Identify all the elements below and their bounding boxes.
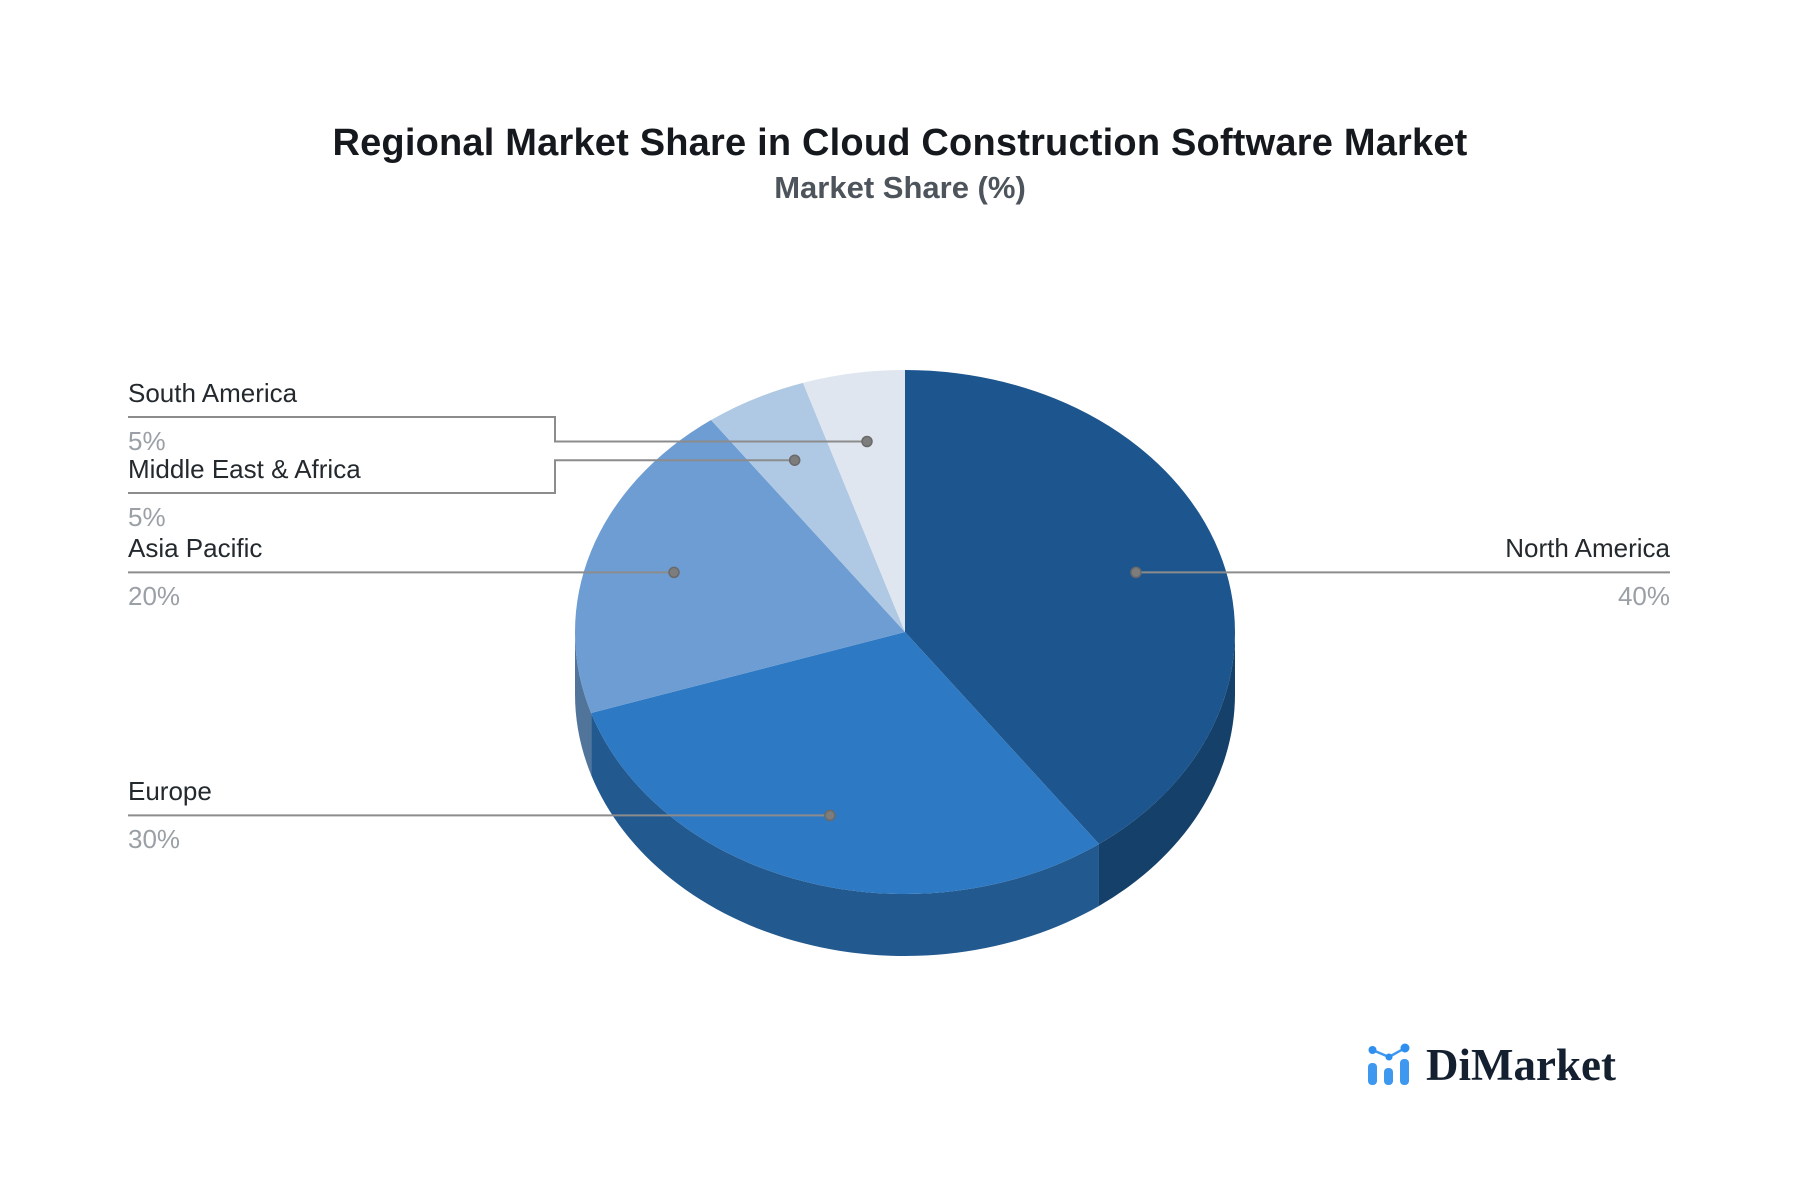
slice-label-north-america: North America — [1505, 533, 1670, 564]
slice-value-south-america: 5% — [128, 426, 166, 456]
brand-name: DiMarket — [1426, 1040, 1616, 1090]
leader-dot-middle-east-africa — [788, 454, 801, 466]
leader-dot-north-america — [1130, 566, 1142, 579]
slice-label-south-america: South America — [128, 378, 298, 408]
leader-dot-asia-pacific — [668, 566, 680, 579]
brand-logo: DiMarket — [1366, 1040, 1616, 1090]
slice-value-asia-pacific: 20% — [128, 581, 181, 612]
slice-label-middle-east-africa: Middle East & Africa — [128, 454, 361, 484]
slice-label-europe: Europe — [128, 776, 212, 807]
pie-chart — [128, 370, 1670, 956]
slice-label-asia-pacific: Asia Pacific — [128, 533, 263, 564]
leader-dot-south-america — [861, 435, 873, 448]
slice-value-middle-east-africa: 5% — [128, 502, 166, 532]
chart-canvas: Regional Market Share in Cloud Construct… — [0, 0, 1800, 1196]
slice-value-europe: 30% — [128, 824, 181, 855]
slice-value-north-america: 40% — [1617, 581, 1670, 612]
leader-dot-europe — [824, 809, 836, 822]
bar-line-chart-icon — [1368, 1043, 1410, 1085]
